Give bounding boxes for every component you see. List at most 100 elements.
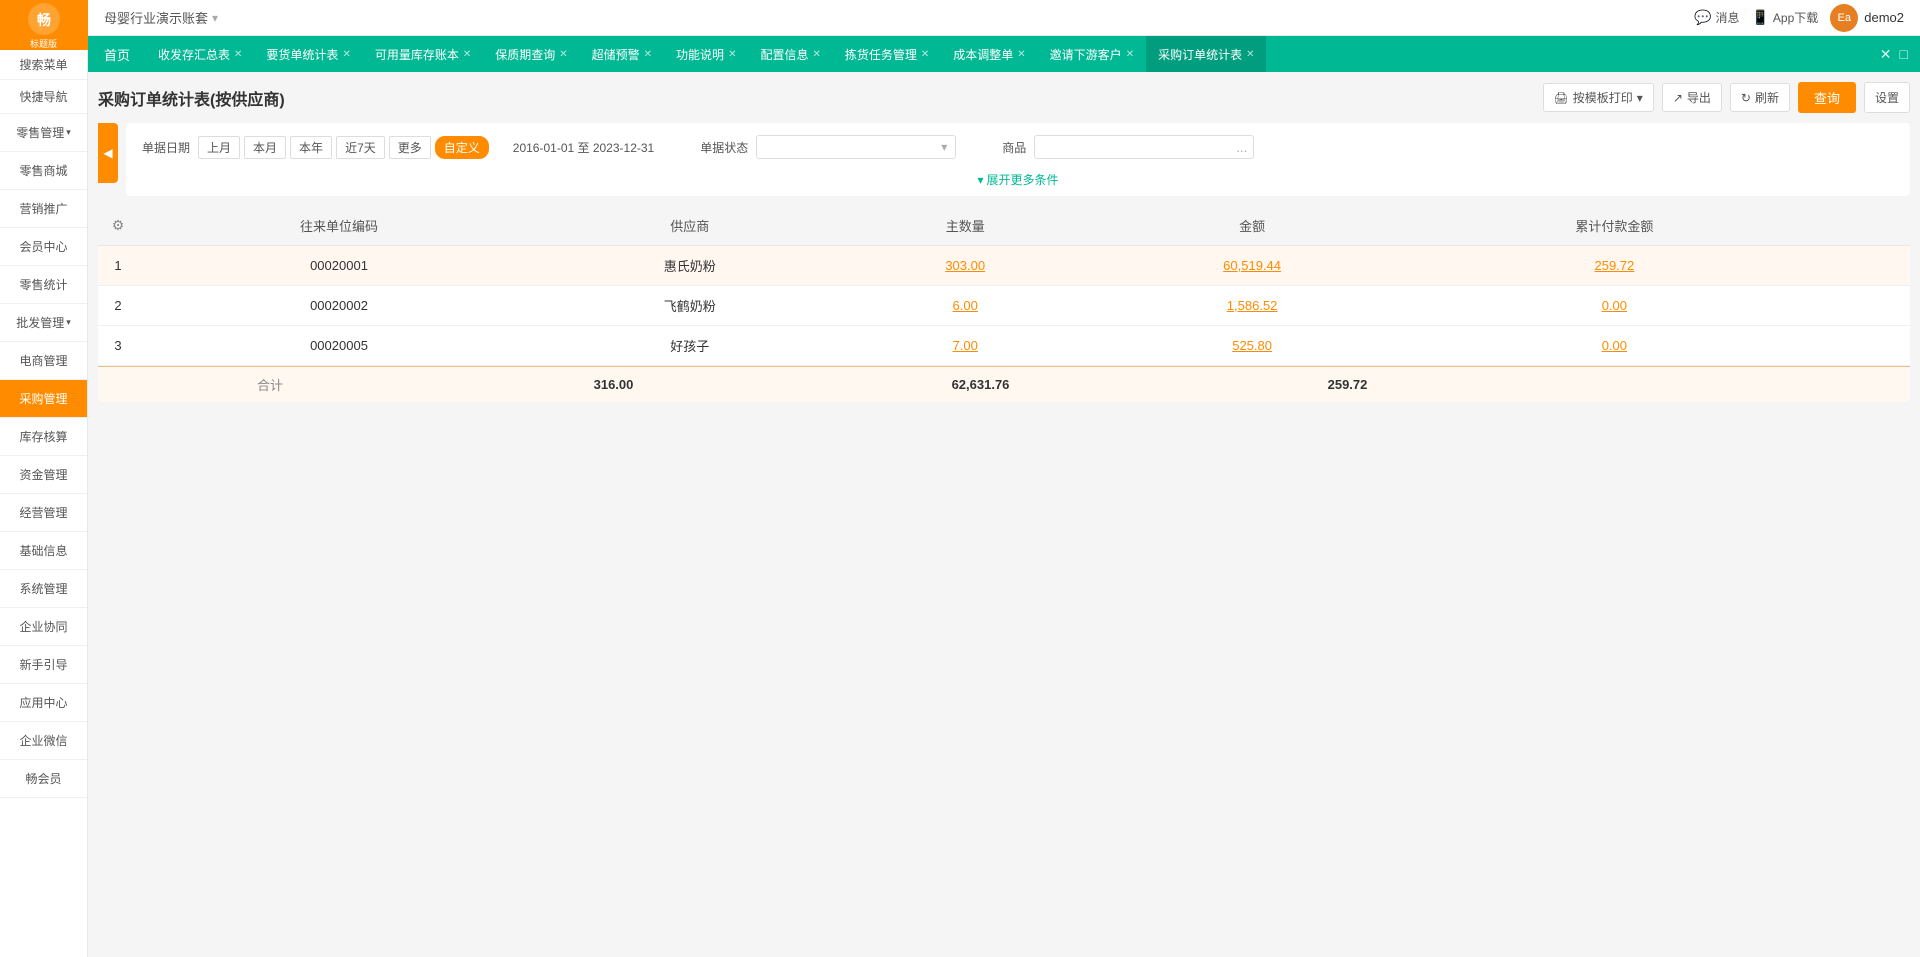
sidebar-item-retail-store[interactable]: 零售商城 <box>0 152 87 190</box>
cell-paid-amount[interactable]: 0.00 <box>1413 286 1815 326</box>
close-icon[interactable]: ✕ <box>342 49 350 60</box>
close-window-btn[interactable]: ✕ <box>1880 46 1892 63</box>
page-actions: 🖨 按模板打印 ▾ ↗ 导出 ↻ 刷新 查询 设置 <box>1543 82 1910 113</box>
sidebar-item-system[interactable]: 系统管理 <box>0 570 87 608</box>
cell-main-qty[interactable]: 303.00 <box>840 246 1091 286</box>
sidebar-item-label: 批发管理 <box>16 314 64 331</box>
search-menu[interactable]: 搜索菜单 <box>0 50 87 80</box>
avatar: Ea <box>1830 4 1858 32</box>
cell-paid-amount[interactable]: 0.00 <box>1413 326 1815 366</box>
nav-tab-overstock[interactable]: 超储预警 ✕ <box>580 36 664 72</box>
date-btn-custom[interactable]: 自定义 <box>435 136 489 159</box>
quick-nav[interactable]: 快捷导航 <box>0 80 87 114</box>
sidebar-item-label: 电商管理 <box>19 354 67 368</box>
expand-more-btn[interactable]: ▾ 展开更多条件 <box>977 171 1058 188</box>
sidebar-item-member-center[interactable]: 会员中心 <box>0 228 87 266</box>
date-filter-label: 单据日期 <box>142 139 190 156</box>
top-nav: 首页 收发存汇总表 ✕ 要货单统计表 ✕ 可用量库存账本 ✕ 保质期查询 ✕ 超… <box>88 36 1920 72</box>
page-title: 采购订单统计表(按供应商) <box>98 86 285 110</box>
goods-input[interactable] <box>1035 136 1230 158</box>
chevron-down-icon[interactable]: ▾ <box>212 11 218 25</box>
content-area: 采购订单统计表(按供应商) 🖨 按模板打印 ▾ ↗ 导出 ↻ 刷新 查询 设置 <box>88 72 1920 957</box>
cell-supplier: 惠氏奶粉 <box>540 246 840 286</box>
sidebar-item-retail-mgmt[interactable]: 零售管理 ▾ <box>0 114 87 152</box>
close-icon[interactable]: ✕ <box>728 49 736 60</box>
chevron-down-icon: ▾ <box>941 140 947 154</box>
user-menu[interactable]: Ea demo2 <box>1830 4 1904 32</box>
table-header: ⚙ 往来单位编码 供应商 主数量 金额 累计付款金额 <box>98 206 1910 246</box>
close-icon[interactable]: ✕ <box>644 49 652 60</box>
goods-input-wrapper: ... <box>1034 135 1254 159</box>
nav-tab-expiry[interactable]: 保质期查询 ✕ <box>483 36 579 72</box>
sidebar-item-retail-stats[interactable]: 零售统计 <box>0 266 87 304</box>
sidebar-item-label: 会员中心 <box>19 240 67 254</box>
status-select[interactable]: ▾ <box>756 135 956 159</box>
nav-tab-picking[interactable]: 拣货任务管理 ✕ <box>833 36 941 72</box>
filter-toggle-btn[interactable]: ◀ <box>98 123 118 183</box>
cell-amount[interactable]: 60,519.44 <box>1091 246 1414 286</box>
cell-main-qty[interactable]: 7.00 <box>840 326 1091 366</box>
print-button[interactable]: 🖨 按模板打印 ▾ <box>1543 83 1654 112</box>
app-download-btn[interactable]: 📱 App下载 <box>1751 9 1818 26</box>
maximize-btn[interactable]: □ <box>1900 46 1908 62</box>
data-table-wrapper: ⚙ 往来单位编码 供应商 主数量 金额 累计付款金额 1 00020001 <box>98 206 1910 402</box>
goods-filter-label: 商品 <box>1002 139 1026 156</box>
nav-tab-config[interactable]: 配置信息 ✕ <box>748 36 832 72</box>
sidebar-item-enterprise-wechat[interactable]: 企业微信 <box>0 722 87 760</box>
nav-tab-func-desc[interactable]: 功能说明 ✕ <box>664 36 748 72</box>
cell-main-qty[interactable]: 6.00 <box>840 286 1091 326</box>
sidebar-item-ecommerce[interactable]: 电商管理 <box>0 342 87 380</box>
sidebar-logo: 畅 标题版 <box>0 0 88 50</box>
nav-home[interactable]: 首页 <box>88 36 146 72</box>
date-btn-more[interactable]: 更多 <box>389 136 431 159</box>
sidebar-item-inventory[interactable]: 库存核算 <box>0 418 87 456</box>
cell-paid-amount[interactable]: 259.72 <box>1413 246 1815 286</box>
data-table: ⚙ 往来单位编码 供应商 主数量 金额 累计付款金额 1 00020001 <box>98 206 1910 366</box>
close-icon[interactable]: ✕ <box>921 49 929 60</box>
status-filter-label: 单据状态 <box>700 139 748 156</box>
sidebar-item-enterprise-coop[interactable]: 企业协同 <box>0 608 87 646</box>
filter-section: ◀ 单据日期 上月 本月 本年 近7天 更多 自定义 <box>98 123 1910 196</box>
date-btn-7days[interactable]: 近7天 <box>336 136 385 159</box>
sidebar-item-wholesale-mgmt[interactable]: 批发管理 ▾ <box>0 304 87 342</box>
export-button[interactable]: ↗ 导出 <box>1662 83 1722 112</box>
nav-tab-purchase-order-stats[interactable]: 采购订单统计表 ✕ <box>1146 36 1266 72</box>
nav-tab-cost-adjust[interactable]: 成本调整单 ✕ <box>941 36 1037 72</box>
close-icon[interactable]: ✕ <box>812 49 820 60</box>
date-btn-this-month[interactable]: 本月 <box>244 136 286 159</box>
sidebar-item-label: 经营管理 <box>19 506 67 520</box>
nav-tab-available-inventory[interactable]: 可用量库存账本 ✕ <box>363 36 483 72</box>
sidebar-item-basics[interactable]: 基础信息 <box>0 532 87 570</box>
close-icon[interactable]: ✕ <box>559 49 567 60</box>
search-menu-label: 搜索菜单 <box>19 58 67 72</box>
sidebar-item-label: 畅会员 <box>25 772 61 786</box>
nav-tab-goods-stats[interactable]: 要货单统计表 ✕ <box>254 36 362 72</box>
gear-icon[interactable]: ⚙ <box>112 217 125 233</box>
close-icon[interactable]: ✕ <box>234 49 242 60</box>
sidebar-item-purchase-mgmt[interactable]: 采购管理 <box>0 380 87 418</box>
close-icon[interactable]: ✕ <box>1017 49 1025 60</box>
date-btn-this-year[interactable]: 本年 <box>290 136 332 159</box>
close-icon[interactable]: ✕ <box>463 49 471 60</box>
cell-amount[interactable]: 1,586.52 <box>1091 286 1414 326</box>
cell-amount[interactable]: 525.80 <box>1091 326 1414 366</box>
ellipsis-btn[interactable]: ... <box>1230 140 1253 155</box>
close-icon[interactable]: ✕ <box>1246 49 1254 60</box>
nav-tab-invite-downstream[interactable]: 邀请下游客户 ✕ <box>1038 36 1146 72</box>
sidebar-item-member-card[interactable]: 畅会员 <box>0 760 87 798</box>
sidebar-item-new-guide[interactable]: 新手引导 <box>0 646 87 684</box>
nav-tab-receive-summary[interactable]: 收发存汇总表 ✕ <box>146 36 254 72</box>
filter-date-item: 单据日期 上月 本月 本年 近7天 更多 自定义 <box>142 136 489 159</box>
date-btn-last-month[interactable]: 上月 <box>198 136 240 159</box>
sidebar-item-app-center[interactable]: 应用中心 <box>0 684 87 722</box>
main-area: 母婴行业演示账套 ▾ 💬 消息 📱 App下载 Ea demo2 首页 收发存 <box>88 0 1920 957</box>
sidebar-item-finance[interactable]: 资金管理 <box>0 456 87 494</box>
sidebar-item-marketing[interactable]: 营销推广 <box>0 190 87 228</box>
sidebar-item-operations[interactable]: 经营管理 <box>0 494 87 532</box>
settings-button[interactable]: 设置 <box>1864 82 1910 113</box>
query-button[interactable]: 查询 <box>1798 82 1856 113</box>
close-icon[interactable]: ✕ <box>1126 49 1134 60</box>
refresh-button[interactable]: ↻ 刷新 <box>1730 83 1790 112</box>
nav-right: ✕ □ <box>1880 46 1920 63</box>
message-btn[interactable]: 💬 消息 <box>1694 9 1739 26</box>
